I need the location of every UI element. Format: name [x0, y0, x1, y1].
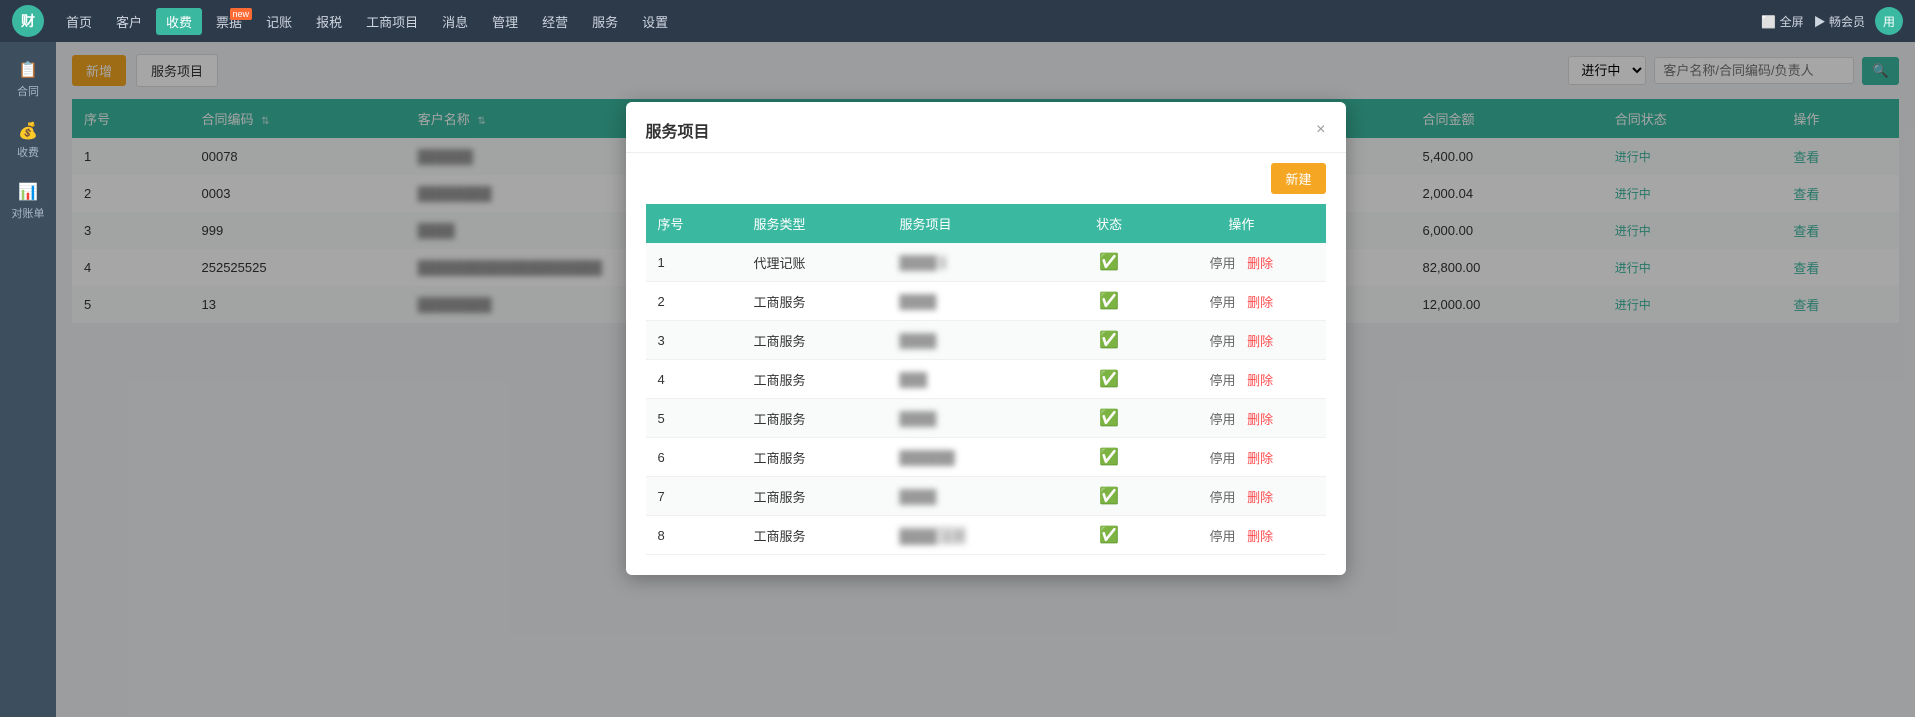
modal-table-row: 5 工商服务 ████ ✅ 停用 删除 [646, 399, 1326, 438]
nav-jizhang[interactable]: 记账 [256, 8, 302, 35]
sidebar: 📋 合同 💰 收费 📊 对账单 [0, 42, 56, 717]
modal-table-row: 4 工商服务 ███ ✅ 停用 删除 [646, 360, 1326, 399]
delete-button[interactable]: 删除 [1247, 451, 1273, 466]
status-check-icon: ✅ [1099, 332, 1119, 349]
service-item-name: ████ 1 [899, 255, 947, 270]
modal-close-button[interactable]: × [1316, 121, 1325, 139]
modal-table-row: 1 代理记账 ████ 1 ✅ 停用 删除 [646, 243, 1326, 282]
modal-overlay: 服务项目 × 新建 序号 服务类型 服务项目 [56, 42, 1915, 717]
stop-button[interactable]: 停用 [1210, 412, 1236, 427]
delete-button[interactable]: 删除 [1247, 256, 1273, 271]
service-items-modal: 服务项目 × 新建 序号 服务类型 服务项目 [626, 102, 1346, 575]
delete-button[interactable]: 删除 [1247, 490, 1273, 505]
sidebar-item-shoufei[interactable]: 💰 收费 [3, 113, 53, 168]
nav-jingying[interactable]: 经营 [532, 8, 578, 35]
status-check-icon: ✅ [1099, 449, 1119, 466]
vip-btn[interactable]: ▶ 畅会员 [1814, 13, 1865, 30]
nav-shezhi[interactable]: 设置 [632, 8, 678, 35]
service-item-name: ████ 注册 [899, 526, 965, 545]
stop-button[interactable]: 停用 [1210, 451, 1236, 466]
nav-customer[interactable]: 客户 [106, 8, 152, 35]
sidebar-item-duizhangdan[interactable]: 📊 对账单 [3, 174, 53, 229]
new-badge: new [230, 8, 253, 20]
stop-button[interactable]: 停用 [1210, 256, 1236, 271]
statement-icon: 📊 [18, 182, 38, 202]
delete-button[interactable]: 删除 [1247, 529, 1273, 544]
status-check-icon: ✅ [1099, 254, 1119, 271]
service-item-name: ████ [899, 294, 936, 309]
status-check-icon: ✅ [1099, 410, 1119, 427]
modal-title: 服务项目 [646, 118, 710, 142]
service-item-name: ████ [899, 489, 936, 504]
modal-col-type: 服务类型 [742, 204, 888, 243]
nav-guanli[interactable]: 管理 [482, 8, 528, 35]
status-check-icon: ✅ [1099, 293, 1119, 310]
service-item-name: ███ [899, 372, 927, 387]
delete-button[interactable]: 删除 [1247, 334, 1273, 349]
modal-col-item: 服务项目 [887, 204, 1061, 243]
stop-button[interactable]: 停用 [1210, 295, 1236, 310]
service-item-name: ████ [899, 411, 936, 426]
stop-button[interactable]: 停用 [1210, 334, 1236, 349]
service-item-name: ████ [899, 333, 936, 348]
modal-col-action: 操作 [1157, 204, 1325, 243]
sidebar-item-label-hetong: 合同 [17, 83, 39, 99]
modal-table-row: 6 工商服务 ██████ ✅ 停用 删除 [646, 438, 1326, 477]
stop-button[interactable]: 停用 [1210, 373, 1236, 388]
top-nav: 财 首页 客户 收费 票据 new 记账 报税 工商项目 消息 管理 经营 服务… [0, 0, 1915, 42]
modal-table-row: 3 工商服务 ████ ✅ 停用 删除 [646, 321, 1326, 360]
nav-piaoju[interactable]: 票据 new [206, 8, 252, 35]
avatar[interactable]: 用 [1875, 7, 1903, 35]
delete-button[interactable]: 删除 [1247, 295, 1273, 310]
delete-button[interactable]: 删除 [1247, 412, 1273, 427]
modal-table-row: 7 工商服务 ████ ✅ 停用 删除 [646, 477, 1326, 516]
nav-home[interactable]: 首页 [56, 8, 102, 35]
nav-shoufei[interactable]: 收费 [156, 8, 202, 35]
status-check-icon: ✅ [1099, 371, 1119, 388]
sidebar-item-label-duizhangdan: 对账单 [12, 205, 45, 221]
modal-toolbar: 新建 [626, 153, 1346, 204]
fullscreen-btn[interactable]: ⬜ 全屏 [1761, 13, 1803, 30]
nav-gongshang[interactable]: 工商项目 [356, 8, 428, 35]
stop-button[interactable]: 停用 [1210, 490, 1236, 505]
status-check-icon: ✅ [1099, 488, 1119, 505]
modal-col-seq: 序号 [646, 204, 742, 243]
nav-fuwu[interactable]: 服务 [582, 8, 628, 35]
service-items-table: 序号 服务类型 服务项目 状态 操作 1 代理记账 [646, 204, 1326, 555]
modal-body: 序号 服务类型 服务项目 状态 操作 1 代理记账 [626, 204, 1346, 575]
modal-col-status: 状态 [1061, 204, 1157, 243]
contract-icon: 📋 [18, 60, 38, 80]
main-layout: 📋 合同 💰 收费 📊 对账单 新增 服务项目 进行中 已完成 已终止 [0, 42, 1915, 717]
app-logo: 财 [12, 5, 44, 37]
service-item-name: ██████ [899, 450, 954, 465]
sidebar-item-label-shoufei: 收费 [17, 144, 39, 160]
nav-xiaoxi[interactable]: 消息 [432, 8, 478, 35]
content-area: 新增 服务项目 进行中 已完成 已终止 🔍 序号 [56, 42, 1915, 717]
top-nav-right: ⬜ 全屏 ▶ 畅会员 用 [1761, 7, 1903, 35]
nav-baoshui[interactable]: 报税 [306, 8, 352, 35]
modal-new-button[interactable]: 新建 [1271, 163, 1325, 194]
delete-button[interactable]: 删除 [1247, 373, 1273, 388]
status-check-icon: ✅ [1099, 527, 1119, 544]
sidebar-item-hetong[interactable]: 📋 合同 [3, 52, 53, 107]
modal-table-row: 8 工商服务 ████ 注册 ✅ 停用 删除 [646, 516, 1326, 555]
modal-table-row: 2 工商服务 ████ ✅ 停用 删除 [646, 282, 1326, 321]
fee-icon: 💰 [18, 121, 38, 141]
stop-button[interactable]: 停用 [1210, 529, 1236, 544]
modal-header: 服务项目 × [626, 102, 1346, 153]
